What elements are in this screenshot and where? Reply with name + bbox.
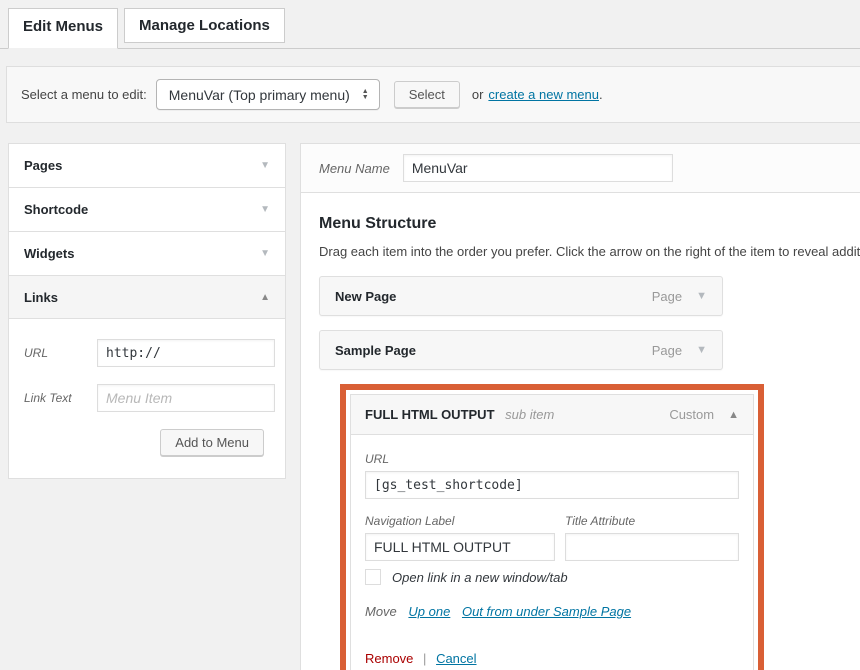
menu-item-full-html-output: FULL HTML OUTPUT sub item Custom ▲ URL [… <box>350 394 754 670</box>
menu-item-title: Sample Page <box>335 342 416 358</box>
chevron-down-icon[interactable]: ▼ <box>260 160 270 171</box>
chevron-up-icon[interactable]: ▲ <box>260 292 270 303</box>
menu-name-row: Menu Name <box>301 144 860 193</box>
or-text: or <box>471 87 484 102</box>
panel-pages: Pages ▼ <box>8 143 286 188</box>
panel-links-title: Links <box>24 289 58 305</box>
panel-pages-header[interactable]: Pages ▼ <box>9 144 285 187</box>
move-label: Move <box>365 604 397 619</box>
url-label: URL <box>24 346 49 360</box>
add-to-menu-button[interactable]: Add to Menu <box>160 429 264 456</box>
menu-editor-card: Menu Name Menu Structure Drag each item … <box>300 143 860 670</box>
main-content: Pages ▼ Shortcode ▼ Widgets ▼ Links ▲ UR… <box>0 123 860 670</box>
panel-widgets: Widgets ▼ <box>8 231 286 276</box>
url-input[interactable] <box>97 339 275 367</box>
menu-structure-help: Drag each item into the order you prefer… <box>319 244 860 259</box>
title-attribute-label: Title Attribute <box>565 514 636 528</box>
panel-widgets-header[interactable]: Widgets ▼ <box>9 232 285 275</box>
cancel-link[interactable]: Cancel <box>436 651 476 666</box>
separator-text: | <box>423 651 427 666</box>
menu-item-new-page[interactable]: New Page Page ▼ <box>319 276 723 316</box>
link-text-input[interactable] <box>97 384 275 412</box>
chevron-down-icon[interactable]: ▼ <box>696 344 707 356</box>
expanded-item-settings: URL Navigation Label Title Attribute <box>351 435 753 670</box>
create-new-menu-link[interactable]: create a new menu <box>488 87 599 102</box>
manage-menus-bar: Select a menu to edit: MenuVar (Top prim… <box>6 66 860 123</box>
expanded-item-handle[interactable]: FULL HTML OUTPUT sub item Custom ▲ <box>351 395 753 435</box>
panel-shortcode: Shortcode ▼ <box>8 187 286 232</box>
chevron-down-icon[interactable]: ▼ <box>696 290 707 302</box>
panel-shortcode-title: Shortcode <box>24 202 89 217</box>
menu-items-sidebar: Pages ▼ Shortcode ▼ Widgets ▼ Links ▲ UR… <box>8 143 286 479</box>
highlight-annotation-box: FULL HTML OUTPUT sub item Custom ▲ URL [… <box>340 384 764 670</box>
navigation-label-label: Navigation Label <box>365 514 455 528</box>
chevron-down-icon[interactable]: ▼ <box>260 204 270 215</box>
menu-item-sample-page[interactable]: Sample Page Page ▼ <box>319 330 723 370</box>
link-text-label: Link Text <box>24 391 72 405</box>
panel-pages-title: Pages <box>24 158 63 173</box>
expanded-item-title: FULL HTML OUTPUT <box>365 407 495 422</box>
move-out-from-under-link[interactable]: Out from under Sample Page <box>462 604 631 619</box>
panel-links-body: URL Link Text Add to Menu <box>9 319 285 478</box>
menu-item-type: Page <box>651 288 683 304</box>
menu-item-type: Page <box>651 342 683 358</box>
menu-select-dropdown[interactable]: MenuVar (Top primary menu) ▲ ▼ <box>155 79 380 110</box>
expanded-item-type: Custom <box>669 407 715 422</box>
menu-name-label: Menu Name <box>319 160 390 176</box>
chevron-down-icon[interactable]: ▼ <box>260 248 270 259</box>
navigation-label-input[interactable] <box>365 533 555 561</box>
item-url-input[interactable] <box>365 471 739 499</box>
panel-links-header[interactable]: Links ▲ <box>9 276 285 319</box>
panel-shortcode-header[interactable]: Shortcode ▼ <box>9 188 285 231</box>
tab-edit-menus[interactable]: Edit Menus <box>8 8 119 49</box>
open-new-window-checkbox[interactable] <box>365 569 381 585</box>
period-text: . <box>599 87 603 102</box>
menu-name-input[interactable] <box>402 154 673 182</box>
updown-arrows-icon: ▲ ▼ <box>361 87 369 101</box>
select-button[interactable]: Select <box>393 81 460 108</box>
open-new-window-label: Open link in a new window/tab <box>392 569 568 585</box>
tab-manage-locations[interactable]: Manage Locations <box>124 8 285 43</box>
panel-links: Links ▲ URL Link Text Add to Menu <box>8 275 286 479</box>
menu-structure-title: Menu Structure <box>319 215 437 232</box>
remove-link[interactable]: Remove <box>365 651 413 666</box>
menu-item-title: New Page <box>335 288 397 304</box>
menu-select-value: MenuVar (Top primary menu) <box>168 86 350 103</box>
select-menu-label: Select a menu to edit: <box>21 87 147 102</box>
sub-item-label: sub item <box>505 407 555 422</box>
menu-items-list: New Page Page ▼ Sample Page Page ▼ FULL … <box>319 276 860 670</box>
item-url-label: URL <box>365 452 390 466</box>
nav-tabs: Edit Menus Manage Locations <box>0 0 860 49</box>
panel-widgets-title: Widgets <box>24 246 75 261</box>
title-attribute-input[interactable] <box>565 533 739 561</box>
move-up-one-link[interactable]: Up one <box>408 604 450 619</box>
chevron-up-icon[interactable]: ▲ <box>728 409 739 421</box>
menu-structure-section: Menu Structure Drag each item into the o… <box>301 193 860 670</box>
